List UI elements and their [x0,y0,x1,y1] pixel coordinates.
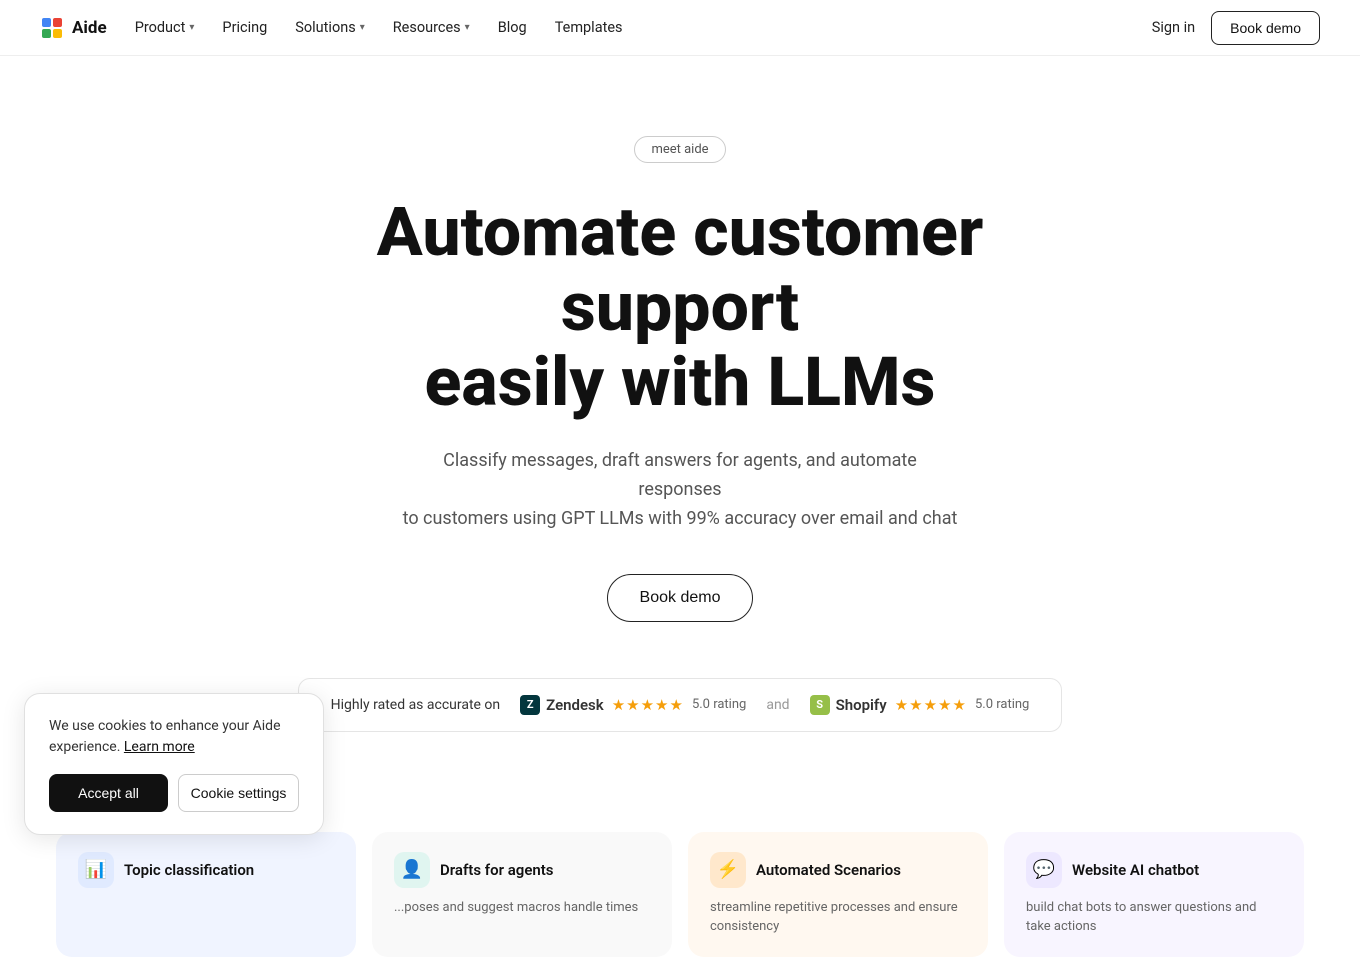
chevron-down-icon: ▾ [360,22,365,33]
scenarios-title: Automated Scenarios [756,861,901,879]
shopify-rating: S Shopify ★★★★★ 5.0 rating [810,695,1030,715]
meet-badge: meet aide [634,136,725,163]
chatbot-desc: build chat bots to answer questions and … [1026,898,1282,937]
drafts-icon: 👤 [394,852,430,888]
nav-item-blog[interactable]: Blog [498,19,527,36]
learn-more-link[interactable]: Learn more [124,739,195,755]
drafts-desc: ...poses and suggest macros handle times [394,898,650,918]
cookie-banner: We use cookies to enhance your Aide expe… [24,693,324,835]
cookie-buttons: Accept all Cookie settings [49,774,299,812]
shopify-stars: ★★★★★ [895,696,967,714]
scenarios-desc: streamline repetitive processes and ensu… [710,898,966,937]
ratings-prefix: Highly rated as accurate on [331,697,501,713]
zendesk-rating: Z Zendesk ★★★★★ 5.0 rating [520,695,746,715]
book-demo-nav-button[interactable]: Book demo [1211,11,1320,45]
hero-subtext: Classify messages, draft answers for age… [400,447,960,533]
logo[interactable]: Aide [40,16,107,40]
cookie-text: We use cookies to enhance your Aide expe… [49,716,299,758]
zendesk-rating-text: 5.0 rating [692,697,746,712]
chevron-down-icon: ▾ [465,22,470,33]
nav-resources-label: Resources [393,19,461,36]
feature-card-scenarios[interactable]: ⚡ Automated Scenarios streamline repetit… [688,832,988,957]
zendesk-stars: ★★★★★ [612,696,684,714]
nav-item-templates[interactable]: Templates [555,19,623,36]
chatbot-icon: 💬 [1026,852,1062,888]
nav-solutions-label: Solutions [295,19,355,36]
nav-templates-label: Templates [555,19,623,36]
logo-icon [40,16,64,40]
topic-icon: 📊 [78,852,114,888]
logo-label: Aide [72,18,107,38]
zendesk-icon: Z [520,695,540,715]
feature-card-chatbot[interactable]: 💬 Website AI chatbot build chat bots to … [1004,832,1304,957]
cookie-settings-button[interactable]: Cookie settings [178,774,299,812]
shopify-name: Shopify [836,696,887,714]
zendesk-name: Zendesk [546,696,604,714]
feature-card-topic[interactable]: 📊 Topic classification [56,832,356,957]
nav-pricing-label: Pricing [222,19,267,36]
shopify-rating-text: 5.0 rating [975,697,1029,712]
hero-headline: Automate customer support easily with LL… [250,195,1110,419]
topic-title: Topic classification [124,861,254,879]
chevron-down-icon: ▾ [189,22,194,33]
ratings-bar: Highly rated as accurate on Z Zendesk ★★… [298,678,1063,732]
accept-all-button[interactable]: Accept all [49,774,168,812]
nav-item-solutions[interactable]: Solutions ▾ [295,19,364,36]
nav-item-resources[interactable]: Resources ▾ [393,19,470,36]
hero-section: meet aide Automate customer support easi… [0,56,1360,792]
sign-in-link[interactable]: Sign in [1152,19,1195,36]
book-demo-hero-button[interactable]: Book demo [607,574,754,622]
nav-item-product[interactable]: Product ▾ [135,19,195,36]
nav-product-label: Product [135,19,186,36]
shopify-icon: S [810,695,830,715]
scenarios-icon: ⚡ [710,852,746,888]
drafts-title: Drafts for agents [440,861,554,879]
chatbot-title: Website AI chatbot [1072,861,1199,879]
hero-headline-line2: easily with LLMs [425,342,936,422]
nav-item-pricing[interactable]: Pricing [222,19,267,36]
navigation: Aide Product ▾ Pricing Solutions ▾ Resou… [0,0,1360,56]
hero-headline-line1: Automate customer support [377,192,984,347]
nav-blog-label: Blog [498,19,527,36]
feature-card-drafts[interactable]: 👤 Drafts for agents ...poses and suggest… [372,832,672,957]
ratings-separator: and [766,697,789,713]
